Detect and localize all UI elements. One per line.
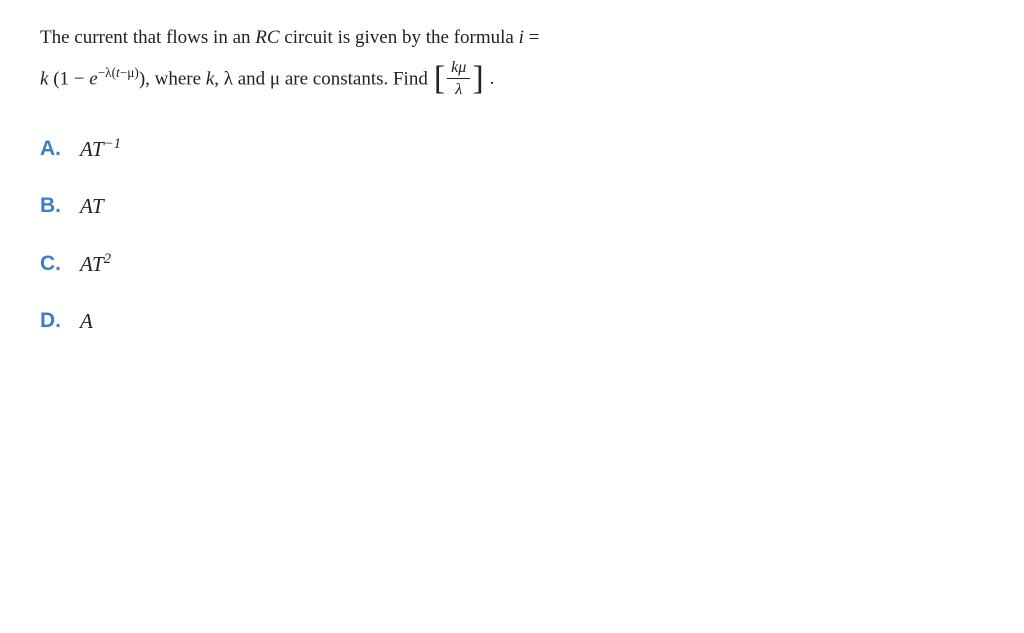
rc-label: RC [255,27,279,48]
answer-c[interactable]: C. AT2 [40,251,984,277]
answer-d[interactable]: D. A [40,309,984,334]
formula-prefix: k (1 − e−λ(t−μ)), where k, λ and μ are c… [40,62,428,96]
answer-c-letter: C. [40,252,70,276]
bracket-left: [ [434,62,445,96]
period: . [490,63,495,95]
answer-b-content: AT [80,194,104,219]
answer-a-letter: A. [40,137,70,161]
i-label: i [519,27,524,48]
page-container: The current that flows in an RC circuit … [0,0,1024,354]
answer-c-text: AT [80,252,104,276]
answer-a[interactable]: A. AT−1 [40,136,984,162]
fraction-line [447,78,470,79]
question-text: The current that flows in an RC circuit … [40,22,984,100]
answer-a-content: AT−1 [80,136,121,162]
answer-b-letter: B. [40,194,70,218]
bracket-right: ] [472,62,483,96]
answer-b[interactable]: B. AT [40,194,984,219]
question-line2: k (1 − e−λ(t−μ)), where k, λ and μ are c… [40,58,984,99]
fraction-bracket: [ kμ λ ] [434,58,484,99]
fraction: kμ λ [447,58,470,99]
fraction-numerator: kμ [447,58,470,77]
answer-d-letter: D. [40,309,70,333]
answer-d-text: A [80,309,93,333]
fraction-denominator: λ [451,80,466,99]
answer-a-superscript: −1 [104,136,121,152]
answer-b-text: AT [80,194,104,218]
answer-c-superscript: 2 [104,251,111,267]
answer-d-content: A [80,309,93,334]
answers-list: A. AT−1 B. AT C. AT2 D. A [40,136,984,334]
answer-a-text: AT [80,137,104,161]
question-line1: The current that flows in an RC circuit … [40,22,984,54]
answer-c-content: AT2 [80,251,111,277]
